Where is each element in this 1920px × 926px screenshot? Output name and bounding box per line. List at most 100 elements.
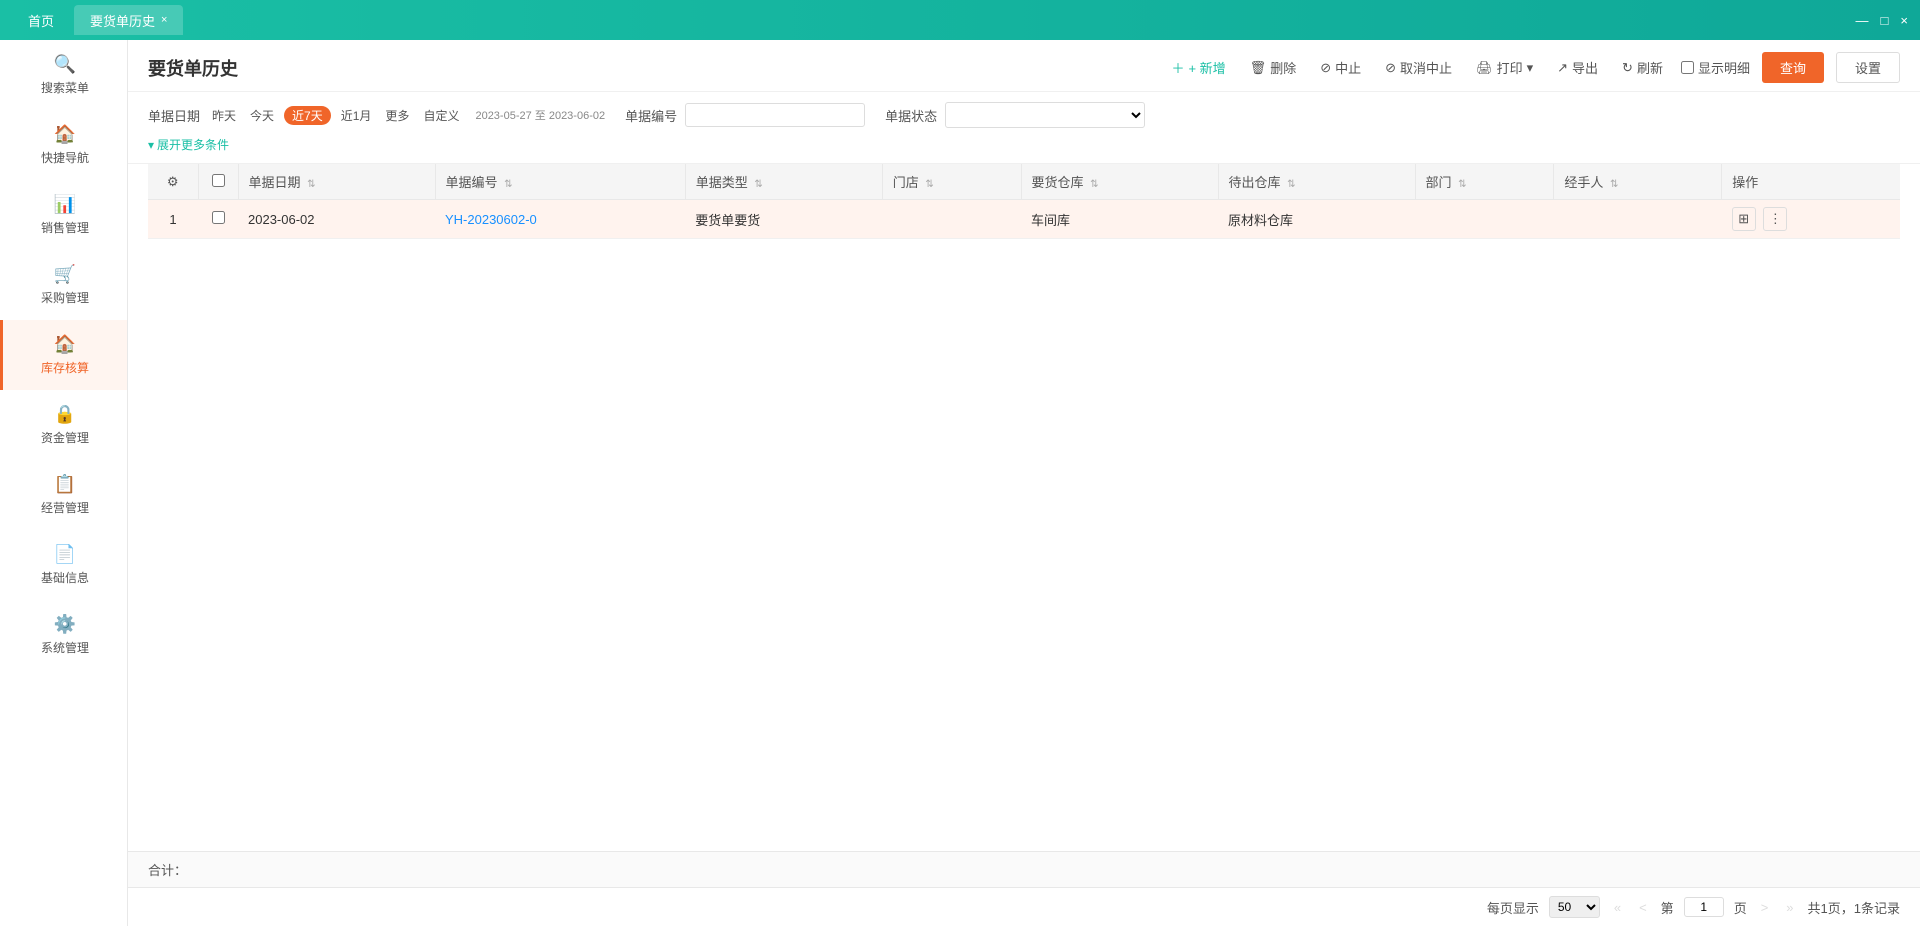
export-button[interactable]: ↗ 导出 [1551,54,1604,81]
refresh-icon: ↻ [1622,60,1633,76]
col-operations: 操作 [1722,164,1900,200]
col-req-warehouse-sort-icon[interactable]: ⇅ [1090,179,1098,190]
query-button[interactable]: 查询 [1762,52,1824,83]
filter-area: 单据日期 昨天 今天 近7天 近1月 更多 自定义 2023-05-27 至 2… [128,92,1920,164]
doc-status-label: 单据状态 [885,106,937,125]
select-all-checkbox[interactable] [212,174,225,187]
finance-icon: 🔒 [54,404,76,425]
refresh-button[interactable]: ↻ 刷新 [1616,54,1669,81]
row-doc-date: 2023-06-02 [238,200,435,239]
col-doc-date-sort-icon[interactable]: ⇅ [307,179,315,190]
new-button[interactable]: ＋ + 新增 [1165,54,1231,81]
col-settings: ⚙ [148,164,198,200]
row-store [882,200,1021,239]
sidebar-item-system-label: 系统管理 [41,639,89,656]
print-icon: 🖨 [1476,60,1493,76]
expand-more-btn[interactable]: ▾ 展开更多条件 [148,136,1900,153]
doc-number-label: 单据编号 [625,106,677,125]
filter-row-1: 单据日期 昨天 今天 近7天 近1月 更多 自定义 2023-05-27 至 2… [148,102,1900,128]
basic-info-icon: 📄 [54,544,76,565]
col-department-label: 部门 [1426,175,1452,190]
doc-number-input[interactable] [685,103,865,127]
maximize-btn[interactable]: □ [1881,13,1889,28]
sidebar-item-inventory[interactable]: 🏠 库存核算 [0,320,127,390]
display-detail-toggle[interactable]: 显示明细 [1681,58,1750,77]
row-doc-number: YH-20230602-0 [435,200,685,239]
toolbar: ＋ + 新增 🗑 删除 ⊘ 中止 ⊘ 取消中止 🖨 打印 [1165,52,1900,83]
row-more-btn[interactable]: ⋮ [1763,207,1787,231]
row-operations: ⊞ ⋮ [1722,200,1900,239]
last-page-btn[interactable]: » [1782,898,1797,917]
new-label: + 新增 [1188,58,1225,77]
expand-chevron-icon: ▾ [148,138,154,152]
settings-button[interactable]: 设置 [1836,52,1900,83]
total-info: 共1页，1条记录 [1808,898,1900,917]
col-handler: 经手人 ⇅ [1554,164,1722,200]
close-btn[interactable]: × [1900,13,1908,28]
sidebar-item-sales-label: 销售管理 [41,219,89,236]
col-pending-warehouse-label: 待出仓库 [1229,175,1281,190]
col-doc-number-sort-icon[interactable]: ⇅ [504,179,512,190]
tab-home[interactable]: 首页 [12,5,70,35]
col-req-warehouse: 要货仓库 ⇅ [1021,164,1218,200]
row-doc-type: 要货单要货 [685,200,882,239]
print-button[interactable]: 🖨 打印 ▾ [1470,54,1539,81]
delete-button[interactable]: 🗑 删除 [1244,54,1303,81]
col-doc-date: 单据日期 ⇅ [238,164,435,200]
window-controls: — □ × [1856,13,1908,28]
cancel-stop-label: 取消中止 [1400,58,1452,77]
sidebar-item-system[interactable]: ⚙️ 系统管理 [0,600,127,670]
sidebar-item-quick-nav[interactable]: 🏠 快捷导航 [0,110,127,180]
next-page-btn[interactable]: > [1757,898,1773,917]
sales-icon: 📊 [54,194,76,215]
date-today[interactable]: 今天 [246,106,278,125]
tab-active[interactable]: 要货单历史 × [74,5,183,35]
page-number-input[interactable] [1684,897,1724,917]
date-week[interactable]: 近7天 [284,106,331,125]
table-footer: 合计： [128,851,1920,887]
sidebar-item-finance[interactable]: 🔒 资金管理 [0,390,127,460]
sidebar-item-basic-info[interactable]: 📄 基础信息 [0,530,127,600]
purchase-icon: 🛒 [54,264,76,285]
col-checkbox [198,164,238,200]
doc-status-filter-group: 单据状态 [885,102,1145,128]
display-detail-checkbox[interactable] [1681,61,1694,74]
sidebar-item-search-menu[interactable]: 🔍 搜索菜单 [0,40,127,110]
stop-button[interactable]: ⊘ 中止 [1314,54,1367,81]
row-view-btn[interactable]: ⊞ [1732,207,1756,231]
col-handler-sort-icon[interactable]: ⇅ [1610,179,1618,190]
sidebar-item-operations[interactable]: 📋 经营管理 [0,460,127,530]
row-select-checkbox[interactable] [212,211,225,224]
col-pending-warehouse-sort-icon[interactable]: ⇅ [1287,179,1295,190]
doc-date-label: 单据日期 [148,106,200,125]
row-num: 1 [148,200,198,239]
row-department [1415,200,1554,239]
first-page-btn[interactable]: « [1610,898,1625,917]
sidebar-item-basic-info-label: 基础信息 [41,569,89,586]
date-custom[interactable]: 自定义 [419,106,463,125]
settings-gear-icon[interactable]: ⚙ [167,174,179,189]
row-handler [1554,200,1722,239]
col-store-sort-icon[interactable]: ⇅ [925,179,933,190]
col-doc-type-sort-icon[interactable]: ⇅ [754,179,762,190]
cancel-stop-button[interactable]: ⊘ 取消中止 [1379,54,1458,81]
sidebar-item-purchase[interactable]: 🛒 采购管理 [0,250,127,320]
delete-icon: 🗑 [1250,60,1267,76]
tab-close-icon[interactable]: × [161,14,167,26]
prev-page-btn[interactable]: < [1635,898,1651,917]
minimize-btn[interactable]: — [1856,13,1869,28]
doc-status-select[interactable] [945,102,1145,128]
page-title: 要货单历史 [148,55,238,81]
page-size-select[interactable]: 10 20 50 100 [1549,896,1600,918]
col-handler-label: 经手人 [1564,175,1603,190]
col-department-sort-icon[interactable]: ⇅ [1458,179,1466,190]
doc-number-link[interactable]: YH-20230602-0 [445,212,537,227]
date-yesterday[interactable]: 昨天 [208,106,240,125]
date-month[interactable]: 近1月 [337,106,376,125]
page-size-label: 每页显示 [1487,898,1539,917]
page-header: 要货单历史 ＋ + 新增 🗑 删除 ⊘ 中止 ⊘ 取消中止 [128,40,1920,92]
pagination-bar: 每页显示 10 20 50 100 « < 第 页 > » 共1页，1条记录 [128,887,1920,926]
date-more[interactable]: 更多 [381,106,413,125]
export-label: 导出 [1572,58,1598,77]
sidebar-item-sales[interactable]: 📊 销售管理 [0,180,127,250]
